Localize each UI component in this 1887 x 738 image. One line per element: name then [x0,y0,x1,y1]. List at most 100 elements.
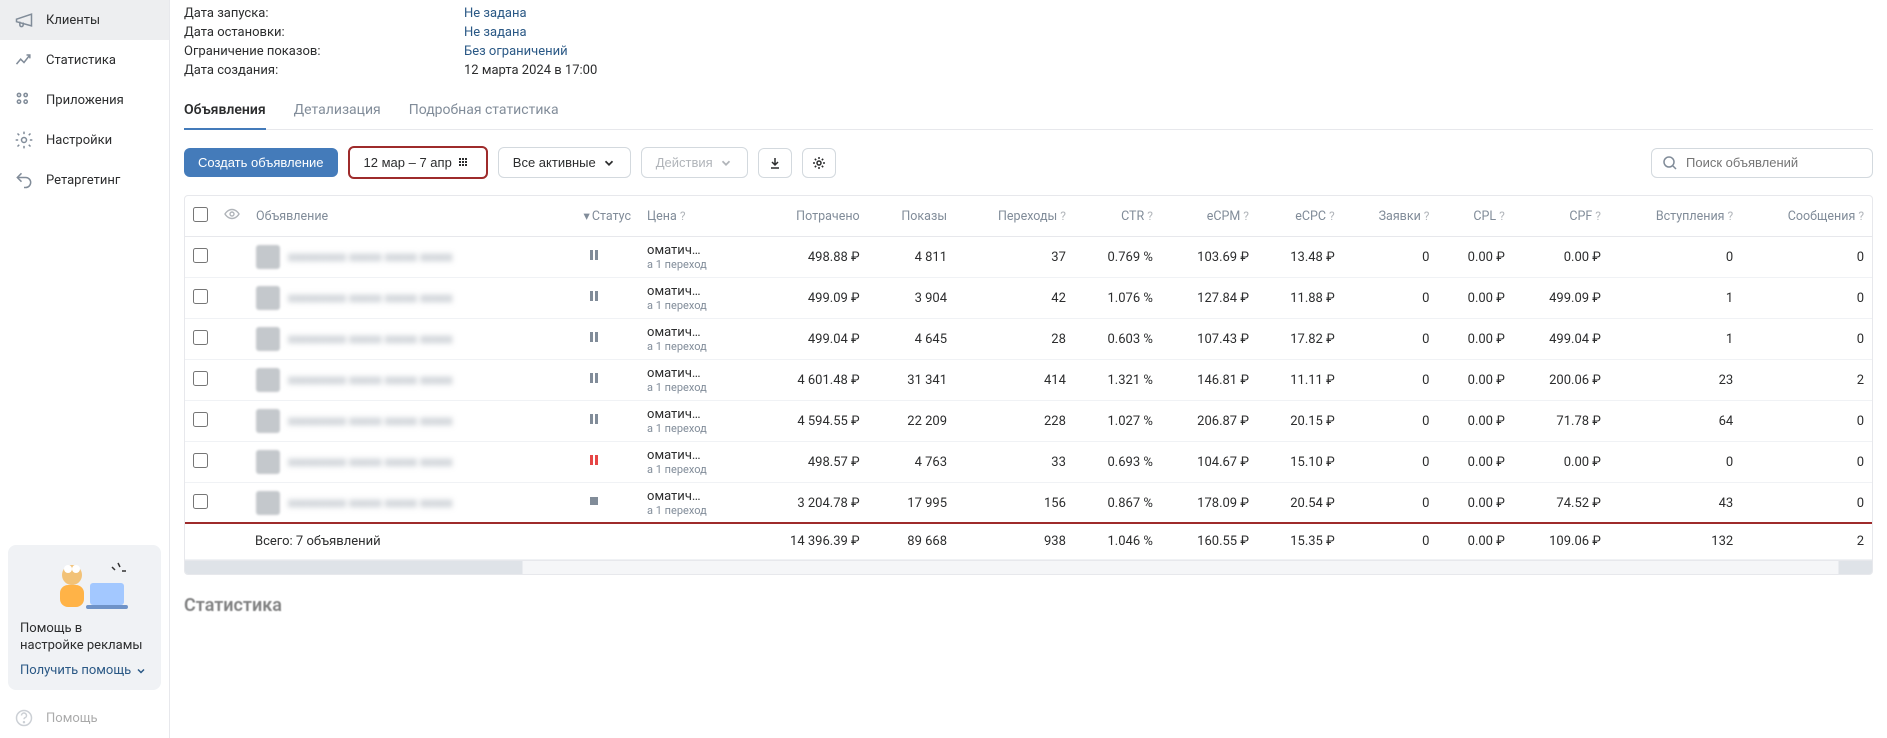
ad-cell[interactable]: xxxxxxxxx xxxxx xxxxx xxxxx [248,319,549,360]
info-value-stop[interactable]: Не задана [464,25,527,40]
sidebar-item-settings[interactable]: Настройки [0,120,169,160]
sidebar-item-clients[interactable]: Клиенты [0,0,169,40]
joins-header[interactable]: Вступления? [1609,196,1741,237]
table-row[interactable]: xxxxxxxxx xxxxx xxxxx xxxxx оматич…а 1 п… [185,483,1872,524]
messages-header[interactable]: Сообщения? [1741,196,1872,237]
leads-cell: 0 [1343,237,1438,278]
info-row-start: Дата запуска: Не задана [184,4,1873,23]
shows-header[interactable]: Показы [868,196,955,237]
status-icon [588,413,600,425]
status-cell[interactable] [549,278,639,319]
clicks-header[interactable]: Переходы? [955,196,1074,237]
table-row[interactable]: xxxxxxxxx xxxxx xxxxx xxxxx оматич…а 1 п… [185,360,1872,401]
tab-details[interactable]: Детализация [294,92,381,129]
shows-cell: 4 811 [868,237,955,278]
status-cell[interactable] [549,360,639,401]
filter-dropdown[interactable]: Все активные [498,147,631,178]
help-card: Помощь в настройке рекламы Получить помо… [8,545,161,690]
cpl-header[interactable]: CPL? [1437,196,1512,237]
status-cell[interactable] [549,401,639,442]
sidebar-nav: Клиенты Статистика Приложения Настройки … [0,0,169,537]
preview-header [216,196,248,237]
table-row[interactable]: xxxxxxxxx xxxxx xxxxx xxxxx оматич…а 1 п… [185,237,1872,278]
status-cell[interactable] [549,483,639,524]
spent-header[interactable]: Потрачено [746,196,867,237]
create-ad-button[interactable]: Создать объявление [184,148,338,177]
row-checkbox[interactable] [193,494,208,509]
row-checkbox[interactable] [193,453,208,468]
row-checkbox[interactable] [193,330,208,345]
row-checkbox[interactable] [193,289,208,304]
chevron-down-icon [135,665,147,677]
totals-joins: 132 [1609,524,1741,560]
ad-cell[interactable]: xxxxxxxxx xxxxx xxxxx xxxxx [248,360,549,401]
info-value-limit[interactable]: Без ограничений [464,44,568,59]
status-cell[interactable] [549,442,639,483]
actions-dropdown[interactable]: Действия [641,147,748,178]
date-range-button[interactable]: 12 мар – 7 апр [348,146,488,179]
shows-cell: 3 904 [868,278,955,319]
ecpc-cell: 11.11 ₽ [1257,360,1343,401]
help-link[interactable]: Получить помощь [20,663,149,678]
sidebar-item-label: Приложения [46,93,124,108]
tabs: Объявления Детализация Подробная статист… [184,92,1873,130]
ctr-header[interactable]: CTR? [1074,196,1161,237]
ad-cell[interactable]: xxxxxxxxx xxxxx xxxxx xxxxx [248,237,549,278]
info-value-created: 12 марта 2024 в 17:00 [464,63,597,78]
horizontal-scrollbar[interactable] [185,560,1872,574]
search-box[interactable] [1651,148,1873,178]
info-value-start[interactable]: Не задана [464,6,527,21]
table-row[interactable]: xxxxxxxxx xxxxx xxxxx xxxxx оматич…а 1 п… [185,442,1872,483]
clicks-cell: 228 [955,401,1074,442]
download-icon [768,156,782,170]
eye-icon [224,206,240,222]
ecpm-header[interactable]: eCPM? [1161,196,1257,237]
table-row[interactable]: xxxxxxxxx xxxxx xxxxx xxxxx оматич…а 1 п… [185,401,1872,442]
messages-cell: 0 [1741,278,1872,319]
sidebar-item-apps[interactable]: Приложения [0,80,169,120]
tab-full-stats[interactable]: Подробная статистика [409,92,559,129]
cpf-cell: 0.00 ₽ [1513,237,1609,278]
help-illustration [20,557,149,613]
download-button[interactable] [758,148,792,178]
price-header[interactable]: Цена? [639,196,746,237]
gear-icon [812,156,826,170]
search-input[interactable] [1686,155,1862,170]
shows-cell: 17 995 [868,483,955,524]
info-label: Дата остановки: [184,25,464,40]
cpf-header[interactable]: CPF? [1513,196,1609,237]
toolbar: Создать объявление 12 мар – 7 апр Все ак… [184,146,1873,179]
ad-thumbnail [256,327,280,351]
status-icon [588,495,600,507]
status-cell[interactable] [549,319,639,360]
row-checkbox[interactable] [193,248,208,263]
tab-ads[interactable]: Объявления [184,92,266,130]
ad-cell[interactable]: xxxxxxxxx xxxxx xxxxx xxxxx [248,401,549,442]
sidebar: Клиенты Статистика Приложения Настройки … [0,0,170,738]
sidebar-item-stats[interactable]: Статистика [0,40,169,80]
sidebar-item-retargeting[interactable]: Ретаргетинг [0,160,169,200]
ad-name: xxxxxxxxx xxxxx xxxxx xxxxx [288,332,452,347]
ad-thumbnail [256,491,280,515]
row-checkbox[interactable] [193,412,208,427]
settings-button[interactable] [802,148,836,178]
select-all-checkbox[interactable] [193,207,208,222]
ecpc-header[interactable]: eCPC? [1257,196,1343,237]
row-checkbox[interactable] [193,371,208,386]
price-cell: оматич…а 1 переход [639,278,746,319]
status-header[interactable]: ▾Статус [549,196,639,237]
messages-cell: 0 [1741,401,1872,442]
ad-cell[interactable]: xxxxxxxxx xxxxx xxxxx xxxxx [248,278,549,319]
leads-header[interactable]: Заявки? [1343,196,1438,237]
table-row[interactable]: xxxxxxxxx xxxxx xxxxx xxxxx оматич…а 1 п… [185,278,1872,319]
sidebar-item-help[interactable]: Помощь [0,698,169,738]
totals-ecpm: 160.55 ₽ [1161,524,1257,560]
status-cell[interactable] [549,237,639,278]
ads-table-wrap: Объявление ▾Статус Цена? Потрачено Показ… [184,195,1873,575]
ad-name: xxxxxxxxx xxxxx xxxxx xxxxx [288,414,452,429]
ad-cell[interactable]: xxxxxxxxx xxxxx xxxxx xxxxx [248,442,549,483]
ad-header[interactable]: Объявление [248,196,549,237]
joins-cell: 1 [1609,278,1741,319]
table-row[interactable]: xxxxxxxxx xxxxx xxxxx xxxxx оматич…а 1 п… [185,319,1872,360]
ad-cell[interactable]: xxxxxxxxx xxxxx xxxxx xxxxx [248,483,549,524]
